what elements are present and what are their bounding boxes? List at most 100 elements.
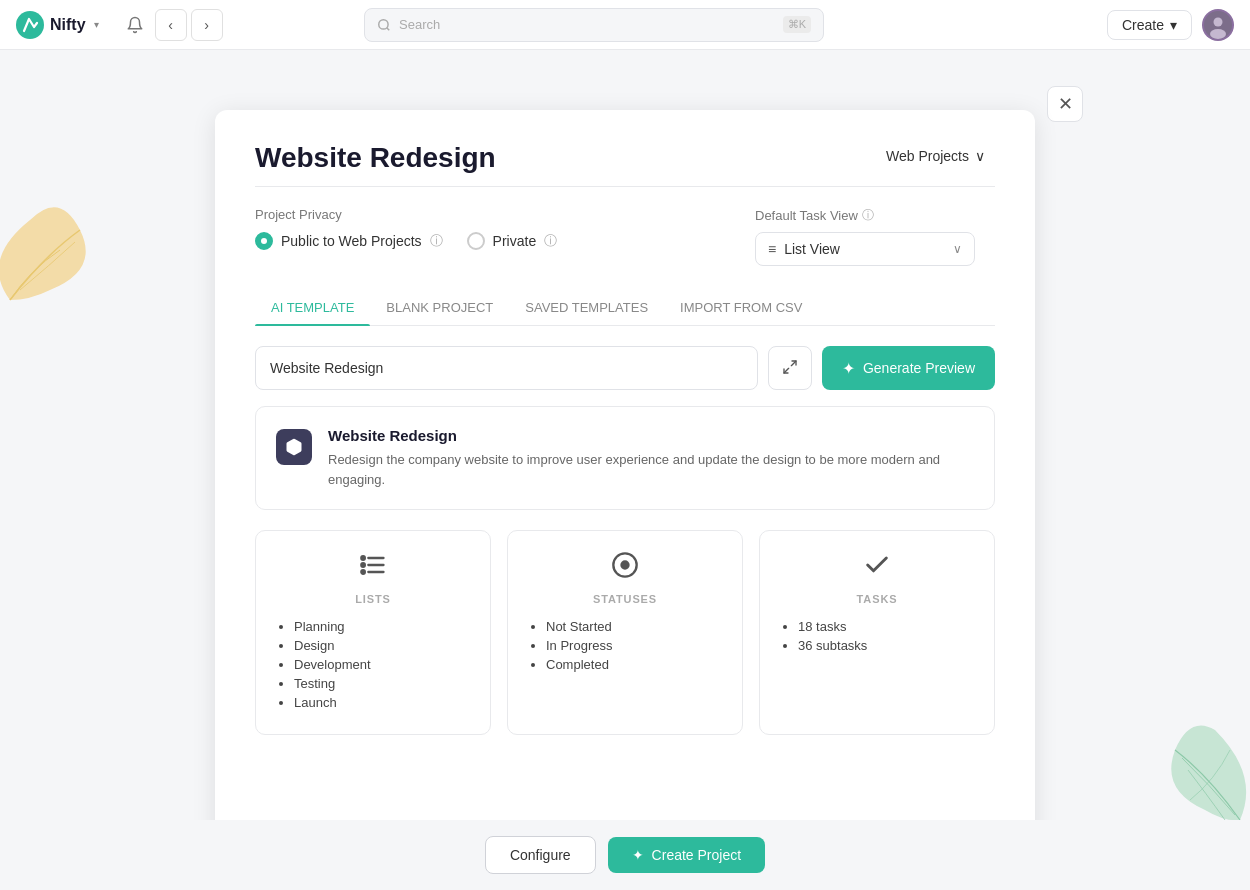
generate-star-icon: ✦ bbox=[842, 359, 855, 378]
lists-card: LISTS Planning Design Development Testin… bbox=[255, 530, 491, 735]
workspace-chevron-icon: ∨ bbox=[975, 148, 985, 164]
user-avatar[interactable] bbox=[1202, 9, 1234, 41]
list-item: Testing bbox=[294, 676, 470, 691]
radio-group: Public to Web Projects ⓘ Private ⓘ bbox=[255, 232, 755, 250]
search-shortcut-badge: ⌘K bbox=[783, 16, 811, 33]
private-radio-item[interactable]: Private ⓘ bbox=[467, 232, 558, 250]
main-area: ✕ Web Projects ∨ Project Privacy bbox=[0, 50, 1250, 890]
svg-point-15 bbox=[622, 562, 629, 569]
tasks-card-label: TASKS bbox=[857, 593, 898, 605]
nav-icons-group: ‹ › bbox=[119, 9, 223, 41]
tasks-card-icon bbox=[863, 551, 891, 585]
app-name: Nifty bbox=[50, 16, 86, 34]
preview-content: Website Redesign Redesign the company we… bbox=[328, 427, 974, 489]
project-privacy-label: Project Privacy bbox=[255, 207, 755, 222]
create-button[interactable]: Create ▾ bbox=[1107, 10, 1192, 40]
lists-card-label: LISTS bbox=[355, 593, 391, 605]
lists-card-list: Planning Design Development Testing Laun… bbox=[276, 619, 470, 714]
create-project-button[interactable]: ✦ Create Project bbox=[608, 837, 765, 873]
template-search-input[interactable] bbox=[255, 346, 758, 390]
list-item: Launch bbox=[294, 695, 470, 710]
header-divider bbox=[255, 186, 995, 187]
tabs-bar: AI TEMPLATE BLANK PROJECT SAVED TEMPLATE… bbox=[255, 290, 995, 326]
create-button-label: Create bbox=[1122, 17, 1164, 33]
forward-icon: › bbox=[204, 17, 209, 33]
close-icon: ✕ bbox=[1058, 93, 1073, 115]
nifty-logo-icon bbox=[16, 11, 44, 39]
footer-bar: Configure ✦ Create Project bbox=[0, 820, 1250, 890]
configure-button-label: Configure bbox=[510, 847, 571, 863]
task-view-value: List View bbox=[784, 241, 945, 257]
create-chevron-icon: ▾ bbox=[1170, 17, 1177, 33]
privacy-row: Project Privacy Public to Web Projects ⓘ… bbox=[255, 207, 995, 266]
create-project-button-label: Create Project bbox=[652, 847, 741, 863]
svg-point-11 bbox=[361, 556, 365, 560]
back-button[interactable]: ‹ bbox=[155, 9, 187, 41]
private-radio-label: Private bbox=[493, 233, 537, 249]
private-radio-circle bbox=[467, 232, 485, 250]
generate-button-label: Generate Preview bbox=[863, 360, 975, 376]
svg-point-0 bbox=[16, 11, 44, 39]
list-item: Completed bbox=[546, 657, 722, 672]
create-project-star-icon: ✦ bbox=[632, 847, 644, 863]
preview-description: Redesign the company website to improve … bbox=[328, 450, 974, 489]
workspace-selector[interactable]: Web Projects ∨ bbox=[876, 142, 995, 170]
expand-button[interactable] bbox=[768, 346, 812, 390]
tab-ai-template[interactable]: AI TEMPLATE bbox=[255, 290, 370, 325]
privacy-left: Project Privacy Public to Web Projects ⓘ… bbox=[255, 207, 755, 250]
search-bar[interactable]: Search ⌘K bbox=[364, 8, 824, 42]
tab-import-csv[interactable]: IMPORT FROM CSV bbox=[664, 290, 818, 325]
list-item: Planning bbox=[294, 619, 470, 634]
tasks-card: TASKS 18 tasks 36 subtasks bbox=[759, 530, 995, 735]
list-item: 36 subtasks bbox=[798, 638, 974, 653]
expand-icon bbox=[782, 359, 798, 378]
project-header: Web Projects ∨ bbox=[255, 142, 995, 174]
task-view-info-icon: ⓘ bbox=[862, 207, 874, 224]
svg-point-13 bbox=[361, 570, 365, 574]
public-radio-label: Public to Web Projects bbox=[281, 233, 422, 249]
configure-button[interactable]: Configure bbox=[485, 836, 596, 874]
task-view-select[interactable]: ≡ List View ∨ bbox=[755, 232, 975, 266]
statuses-card-label: STATUSES bbox=[593, 593, 657, 605]
panel-close-button[interactable]: ✕ bbox=[1047, 86, 1083, 122]
svg-line-7 bbox=[784, 368, 789, 373]
logo-chevron-icon: ▾ bbox=[94, 19, 99, 30]
forward-button[interactable]: › bbox=[191, 9, 223, 41]
svg-point-5 bbox=[1210, 29, 1226, 39]
preview-card: Website Redesign Redesign the company we… bbox=[255, 406, 995, 510]
task-view-label: Default Task View ⓘ bbox=[755, 207, 995, 224]
private-info-icon: ⓘ bbox=[544, 232, 557, 250]
preview-project-icon bbox=[276, 429, 312, 465]
modal-panel: Web Projects ∨ Project Privacy Public to… bbox=[215, 110, 1035, 870]
svg-point-4 bbox=[1214, 17, 1223, 26]
notifications-button[interactable] bbox=[119, 9, 151, 41]
svg-line-6 bbox=[791, 361, 796, 366]
search-icon bbox=[377, 18, 391, 32]
public-radio-circle bbox=[255, 232, 273, 250]
logo-area[interactable]: Nifty ▾ bbox=[16, 11, 99, 39]
tab-blank-project[interactable]: BLANK PROJECT bbox=[370, 290, 509, 325]
nav-right-area: Create ▾ bbox=[1107, 9, 1234, 41]
search-placeholder-text: Search bbox=[399, 17, 775, 32]
tab-saved-templates[interactable]: SAVED TEMPLATES bbox=[509, 290, 664, 325]
svg-point-12 bbox=[361, 563, 365, 567]
decorative-leaf-left bbox=[0, 200, 90, 320]
statuses-card-icon bbox=[611, 551, 639, 585]
modal-panel-wrapper: ✕ Web Projects ∨ Project Privacy bbox=[215, 70, 1035, 890]
svg-point-1 bbox=[379, 19, 388, 28]
public-radio-item[interactable]: Public to Web Projects ⓘ bbox=[255, 232, 443, 250]
task-view-list-icon: ≡ bbox=[768, 241, 776, 257]
svg-line-2 bbox=[387, 27, 390, 30]
back-icon: ‹ bbox=[168, 17, 173, 33]
lists-card-icon bbox=[359, 551, 387, 585]
privacy-right: Default Task View ⓘ ≡ List View ∨ bbox=[755, 207, 995, 266]
project-title-input[interactable] bbox=[255, 142, 876, 174]
decorative-leaf-right bbox=[1170, 720, 1250, 830]
public-info-icon: ⓘ bbox=[430, 232, 443, 250]
cards-row: LISTS Planning Design Development Testin… bbox=[255, 530, 995, 735]
top-navigation: Nifty ▾ ‹ › Search ⌘K Create ▾ bbox=[0, 0, 1250, 50]
task-view-chevron-icon: ∨ bbox=[953, 242, 962, 256]
list-item: Not Started bbox=[546, 619, 722, 634]
preview-title: Website Redesign bbox=[328, 427, 974, 444]
generate-preview-button[interactable]: ✦ Generate Preview bbox=[822, 346, 995, 390]
